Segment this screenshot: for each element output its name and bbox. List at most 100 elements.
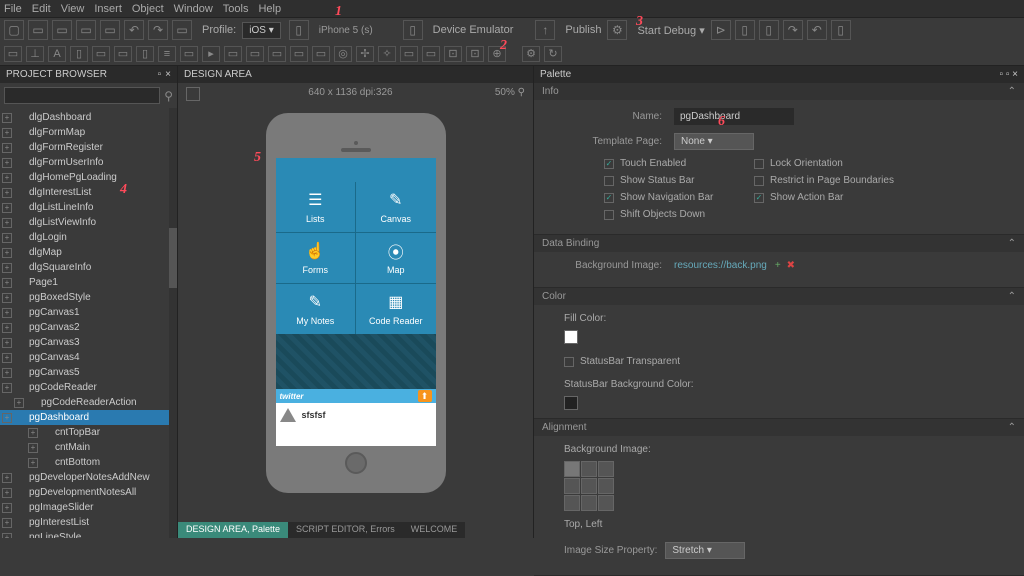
app-cell-lists[interactable]: ☰Lists bbox=[276, 182, 356, 232]
add-icon[interactable]: + bbox=[775, 260, 781, 271]
menu-tools[interactable]: Tools bbox=[223, 3, 249, 15]
t22-icon[interactable]: ⊡ bbox=[466, 46, 484, 62]
device-emulator-button[interactable]: Device Emulator bbox=[433, 24, 514, 36]
app-cell-map[interactable]: ⦿Map bbox=[356, 233, 436, 283]
statusbar-checkbox[interactable] bbox=[604, 176, 614, 186]
save-icon[interactable]: ▭ bbox=[76, 20, 96, 40]
tree-item-pgImageSlider[interactable]: +pgImageSlider bbox=[0, 500, 177, 515]
rect-icon[interactable]: ▭ bbox=[172, 20, 192, 40]
menu-file[interactable]: File bbox=[4, 3, 22, 15]
t11-icon[interactable]: ▭ bbox=[224, 46, 242, 62]
collapse-icon[interactable]: ⌃ bbox=[1008, 291, 1016, 302]
step2-icon[interactable]: ▯ bbox=[735, 20, 755, 40]
template-dropdown[interactable]: None ▾ bbox=[674, 133, 754, 150]
info-section-header[interactable]: Info⌃ bbox=[534, 83, 1024, 100]
color-section-header[interactable]: Color⌃ bbox=[534, 288, 1024, 305]
tree-item-dlgSquareInfo[interactable]: +dlgSquareInfo bbox=[0, 260, 177, 275]
publish-icon[interactable]: ↑ bbox=[535, 20, 555, 40]
tree-item-pgInterestList[interactable]: +pgInterestList bbox=[0, 515, 177, 530]
step1-icon[interactable]: ⊳ bbox=[711, 20, 731, 40]
refresh-icon[interactable]: ↻ bbox=[544, 46, 562, 62]
tree-item-pgCanvas2[interactable]: +pgCanvas2 bbox=[0, 320, 177, 335]
app-cell-codereader[interactable]: ▦Code Reader bbox=[356, 284, 436, 334]
screen-icon[interactable] bbox=[186, 87, 200, 101]
remove-icon[interactable]: ✖ bbox=[787, 260, 795, 271]
fwd-icon[interactable]: ↷ bbox=[148, 20, 168, 40]
tree-item-pgCanvas3[interactable]: +pgCanvas3 bbox=[0, 335, 177, 350]
step5-icon[interactable]: ↶ bbox=[807, 20, 827, 40]
alignment-grid[interactable] bbox=[564, 461, 994, 511]
step3-icon[interactable]: ▯ bbox=[759, 20, 779, 40]
t13-icon[interactable]: ▭ bbox=[268, 46, 286, 62]
palette-max-icon[interactable]: ▫ bbox=[1006, 69, 1010, 80]
open-icon[interactable]: ▭ bbox=[28, 20, 48, 40]
tree-item-cntBottom[interactable]: +cntBottom bbox=[0, 455, 177, 470]
tree-item-dlgListViewInfo[interactable]: +dlgListViewInfo bbox=[0, 215, 177, 230]
step6-icon[interactable]: ▯ bbox=[831, 20, 851, 40]
tree-item-dlgListLineInfo[interactable]: +dlgListLineInfo bbox=[0, 200, 177, 215]
project-search-input[interactable] bbox=[4, 87, 160, 104]
touch-checkbox[interactable] bbox=[604, 159, 614, 169]
tree-item-cntTopBar[interactable]: +cntTopBar bbox=[0, 425, 177, 440]
palette-close-icon[interactable]: × bbox=[1012, 69, 1018, 80]
app-cell-forms[interactable]: ☝Forms bbox=[276, 233, 356, 283]
project-tree[interactable]: +dlgDashboard+dlgFormMap+dlgFormRegister… bbox=[0, 108, 177, 538]
name-input[interactable] bbox=[674, 108, 794, 125]
collapse-icon[interactable]: ⌃ bbox=[1008, 238, 1016, 249]
collapse-icon[interactable]: ⌃ bbox=[1008, 86, 1016, 97]
fill-color-swatch[interactable] bbox=[564, 330, 578, 344]
statusbar-color-swatch[interactable] bbox=[564, 396, 578, 410]
t6-icon[interactable]: ▭ bbox=[114, 46, 132, 62]
back-icon[interactable]: ↶ bbox=[124, 20, 144, 40]
tree-item-dlgFormMap[interactable]: +dlgFormMap bbox=[0, 125, 177, 140]
phone-screen[interactable]: ☰Lists ✎Canvas ☝Forms ⦿Map ✎My Notes ▦Co… bbox=[276, 158, 436, 446]
tree-item-cntMain[interactable]: +cntMain bbox=[0, 440, 177, 455]
t17-icon[interactable]: ✢ bbox=[356, 46, 374, 62]
palette-min-icon[interactable]: ▫ bbox=[1000, 69, 1004, 80]
tree-item-pgCanvas1[interactable]: +pgCanvas1 bbox=[0, 305, 177, 320]
t1-icon[interactable]: ▭ bbox=[4, 46, 22, 62]
alignment-section-header[interactable]: Alignment⌃ bbox=[534, 419, 1024, 436]
tree-item-dlgFormRegister[interactable]: +dlgFormRegister bbox=[0, 140, 177, 155]
publish-button[interactable]: Publish bbox=[565, 24, 601, 36]
t10-icon[interactable]: ▸ bbox=[202, 46, 220, 62]
t3-icon[interactable]: A bbox=[48, 46, 66, 62]
open2-icon[interactable]: ▭ bbox=[52, 20, 72, 40]
start-debug-button[interactable]: Start Debug ▾ bbox=[637, 24, 704, 37]
tree-item-dlgHomePgLoading[interactable]: +dlgHomePgLoading bbox=[0, 170, 177, 185]
tree-item-dlgMap[interactable]: +dlgMap bbox=[0, 245, 177, 260]
tree-scrollbar[interactable] bbox=[169, 108, 177, 538]
data-binding-section-header[interactable]: Data Binding⌃ bbox=[534, 235, 1024, 252]
tree-item-pgCanvas4[interactable]: +pgCanvas4 bbox=[0, 350, 177, 365]
tree-item-pgDashboard[interactable]: +pgDashboard bbox=[0, 410, 177, 425]
tree-item-pgBoxedStyle[interactable]: +pgBoxedStyle bbox=[0, 290, 177, 305]
restrict-checkbox[interactable] bbox=[754, 176, 764, 186]
tree-item-pgCodeReaderAction[interactable]: +pgCodeReaderAction bbox=[0, 395, 177, 410]
app-cell-canvas[interactable]: ✎Canvas bbox=[356, 182, 436, 232]
design-canvas[interactable]: ☰Lists ✎Canvas ☝Forms ⦿Map ✎My Notes ▦Co… bbox=[178, 105, 533, 538]
tree-item-pgCodeReader[interactable]: +pgCodeReader bbox=[0, 380, 177, 395]
new-icon[interactable]: ▢ bbox=[4, 20, 24, 40]
shift-checkbox[interactable] bbox=[604, 210, 614, 220]
menu-view[interactable]: View bbox=[61, 3, 85, 15]
tab-design-area[interactable]: DESIGN AREA, Palette bbox=[178, 522, 288, 538]
tab-script-editor[interactable]: SCRIPT EDITOR, Errors bbox=[288, 522, 403, 538]
t7-icon[interactable]: ▯ bbox=[136, 46, 154, 62]
menu-help[interactable]: Help bbox=[258, 3, 281, 15]
statusbar-transparent-checkbox[interactable] bbox=[564, 357, 574, 367]
t5-icon[interactable]: ▭ bbox=[92, 46, 110, 62]
t2-icon[interactable]: ⊥ bbox=[26, 46, 44, 62]
emulator-icon[interactable]: ▯ bbox=[403, 20, 423, 40]
tree-item-dlgLogin[interactable]: +dlgLogin bbox=[0, 230, 177, 245]
tree-item-Page1[interactable]: +Page1 bbox=[0, 275, 177, 290]
step4-icon[interactable]: ↷ bbox=[783, 20, 803, 40]
menu-window[interactable]: Window bbox=[174, 3, 213, 15]
t12-icon[interactable]: ▭ bbox=[246, 46, 264, 62]
debug-icon[interactable]: ⚙ bbox=[607, 20, 627, 40]
copy-icon[interactable]: ▭ bbox=[100, 20, 120, 40]
tree-item-dlgInterestList[interactable]: +dlgInterestList bbox=[0, 185, 177, 200]
zoom-level[interactable]: 50% ⚲ bbox=[495, 87, 525, 101]
menu-object[interactable]: Object bbox=[132, 3, 164, 15]
collapse-icon[interactable]: ⌃ bbox=[1008, 422, 1016, 433]
t16-icon[interactable]: ◎ bbox=[334, 46, 352, 62]
